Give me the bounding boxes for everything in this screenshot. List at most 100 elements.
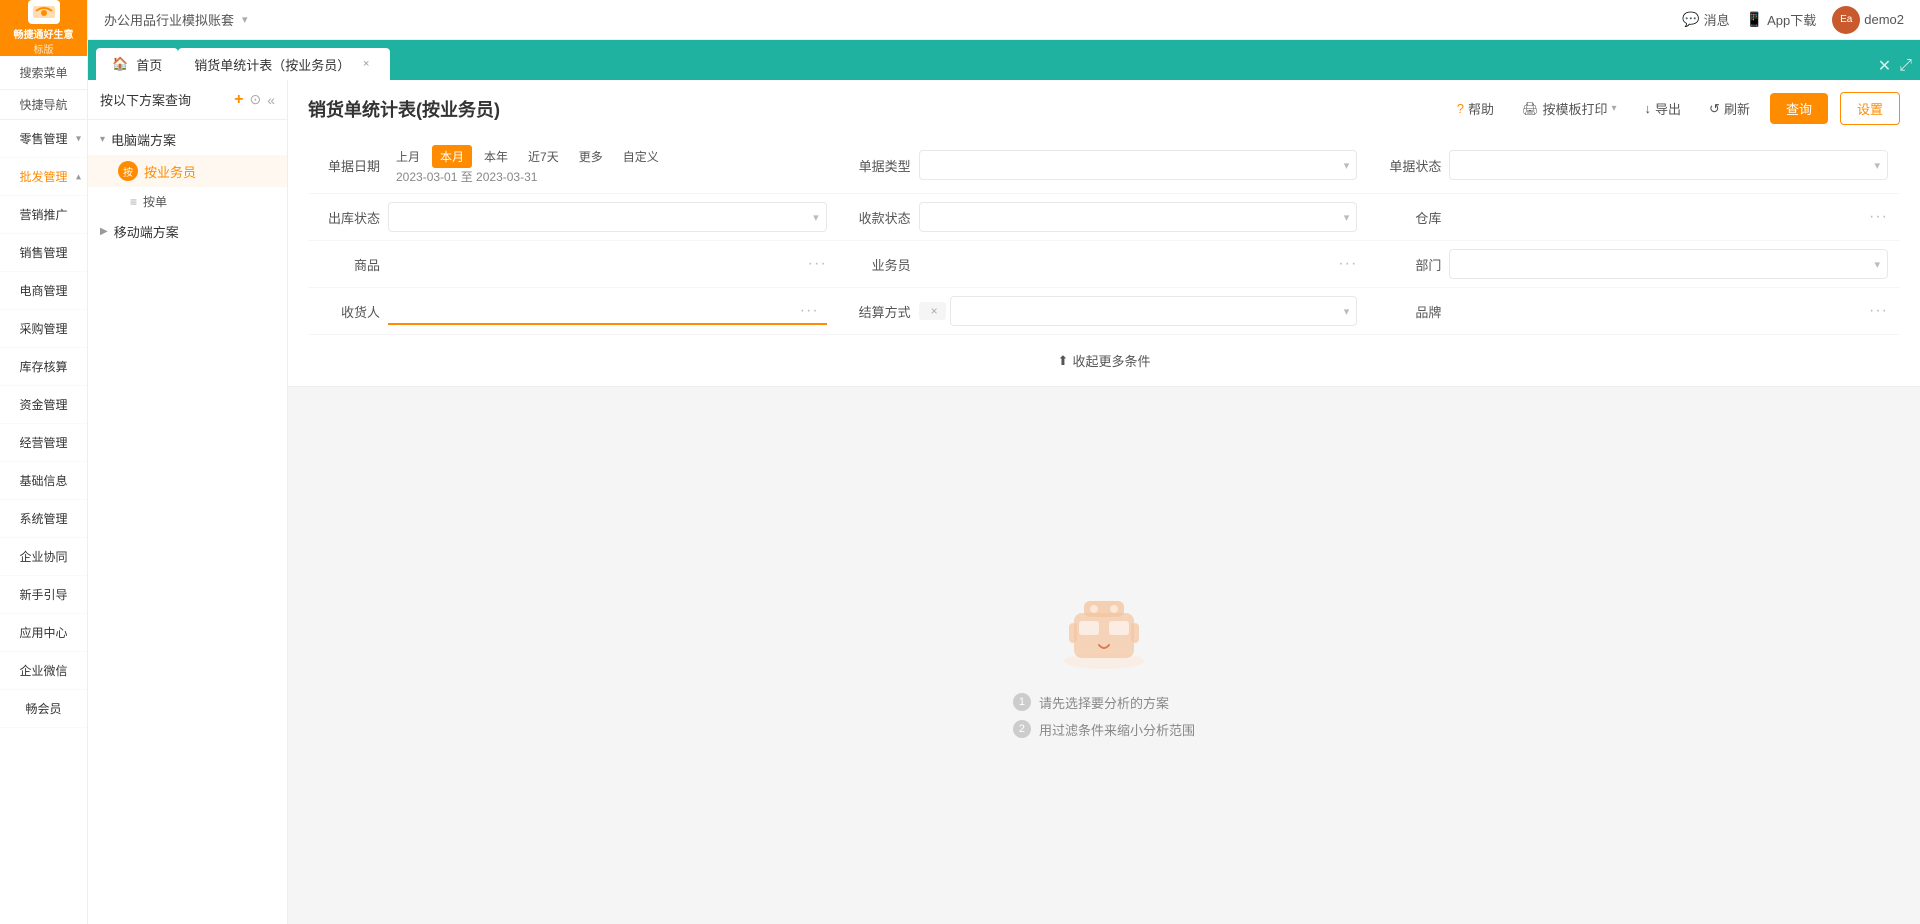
message-icon: 💬: [1682, 11, 1699, 28]
sidebar-item-wholesale[interactable]: 批发管理 ▴: [0, 158, 87, 196]
out-status-label: 出库状态: [320, 208, 380, 227]
message-btn[interactable]: 💬 消息: [1682, 10, 1729, 29]
receipt-status-select[interactable]: [919, 202, 1358, 232]
app-download-btn[interactable]: 📱 App下载: [1746, 10, 1817, 29]
brand-control[interactable]: ···: [1449, 302, 1888, 320]
empty-state: 1 请先选择要分析的方案 2 用过滤条件来缩小分析范围: [288, 387, 1920, 924]
print-dropdown-icon: ▾: [1612, 103, 1617, 114]
doc-type-select[interactable]: [919, 150, 1358, 180]
by-salesperson-label: 按业务员: [144, 162, 196, 181]
tab-close-btn[interactable]: ×: [358, 56, 374, 72]
goods-control[interactable]: ···: [388, 255, 827, 273]
doc-status-control[interactable]: ▾: [1449, 150, 1888, 180]
warehouse-dots-icon[interactable]: ···: [1869, 208, 1888, 226]
out-status-control[interactable]: ▾: [388, 202, 827, 232]
template-print-btn[interactable]: 🖨 按模板打印 ▾: [1514, 95, 1625, 122]
sidebar-item-appstore[interactable]: 应用中心: [0, 614, 87, 652]
tabbar-actions: ✕ ⤢: [1878, 56, 1920, 80]
refresh-icon: ↺: [1709, 101, 1720, 117]
mobile-group-item[interactable]: ▶ 移动端方案: [88, 216, 287, 247]
chevron-right-icon: ▾: [76, 133, 81, 144]
user-menu[interactable]: Ea demo2: [1832, 6, 1904, 34]
doc-status-select[interactable]: [1449, 150, 1888, 180]
query-btn[interactable]: 查询: [1770, 93, 1828, 124]
tip-text-2: 用过滤条件来缩小分析范围: [1039, 720, 1195, 739]
tab-home[interactable]: 🏠 首页: [96, 48, 178, 80]
tab-sales-stat[interactable]: 销货单统计表（按业务员） ×: [178, 48, 390, 80]
doc-status-label: 单据状态: [1381, 156, 1441, 175]
receipt-status-control[interactable]: ▾: [919, 202, 1358, 232]
pc-group-item[interactable]: ▾ 电脑端方案: [88, 124, 287, 155]
filter-cell-receipt-status: 收款状态 ▾: [839, 194, 1370, 241]
tip-num-2: 2: [1013, 720, 1031, 738]
date-tab-last-month[interactable]: 上月: [388, 145, 428, 168]
date-tab-custom[interactable]: 自定义: [615, 145, 667, 168]
by-salesperson-item[interactable]: 按 按业务员: [88, 155, 287, 187]
filter-row-2: 出库状态 ▾ 收款状态 ▾: [308, 194, 1900, 241]
export-icon: ↓: [1645, 101, 1652, 116]
sidebar-item-newbie[interactable]: 新手引导: [0, 576, 87, 614]
sidebar-item-retail[interactable]: 零售管理 ▾: [0, 120, 87, 158]
sidebar-item-purchase[interactable]: 采购管理: [0, 310, 87, 348]
payment-select[interactable]: [950, 296, 1358, 326]
main-area: 办公用品行业模拟账套 ▾ 💬 消息 📱 App下载 Ea demo2 🏠 首页: [88, 0, 1920, 924]
salesperson-dots-icon[interactable]: ···: [1338, 255, 1357, 273]
filter-cell-doc-type: 单据类型 ▾: [839, 137, 1370, 194]
sidebar-item-basic[interactable]: 基础信息: [0, 462, 87, 500]
filter-cell-out-status: 出库状态 ▾: [308, 194, 839, 241]
dept-select[interactable]: [1449, 249, 1888, 279]
salesperson-control[interactable]: ···: [919, 255, 1358, 273]
filter-row-3: 商品 ··· 业务员 ··· 部门: [308, 241, 1900, 288]
company-dropdown-icon[interactable]: ▾: [242, 13, 248, 26]
sidebar-item-marketing[interactable]: 营销推广: [0, 196, 87, 234]
company-name: 办公用品行业模拟账套: [104, 10, 234, 29]
help-btn[interactable]: ? 帮助: [1449, 95, 1502, 122]
sidebar-item-coop[interactable]: 企业协同: [0, 538, 87, 576]
consignee-control[interactable]: ···: [388, 297, 827, 325]
dept-control[interactable]: ▾: [1449, 249, 1888, 279]
tip-item-2: 2 用过滤条件来缩小分析范围: [1013, 720, 1195, 739]
by-order-item[interactable]: ≡ 按单: [88, 187, 287, 216]
right-panel: 销货单统计表(按业务员) ? 帮助 🖨 按模板打印 ▾ ↓: [288, 80, 1920, 924]
collapse-panel-btn[interactable]: «: [267, 92, 275, 108]
sidebar-item-inventory[interactable]: 库存核算: [0, 348, 87, 386]
export-btn[interactable]: ↓ 导出: [1637, 95, 1690, 122]
add-scheme-btn[interactable]: +: [234, 91, 243, 109]
filter-wrapper: 单据日期 上月 本月 本年 近7天 更多 自定义 20: [308, 137, 1900, 386]
content-area: 按以下方案查询 + ⊙ « ▾ 电脑端方案 按 按业务员: [88, 80, 1920, 924]
sidebar-item-system[interactable]: 系统管理: [0, 500, 87, 538]
payment-tag-close-btn[interactable]: ×: [931, 304, 938, 318]
filter-cell-date: 单据日期 上月 本月 本年 近7天 更多 自定义 20: [308, 137, 839, 194]
tab-expand-icon[interactable]: ⤢: [1899, 57, 1912, 75]
help-icon: ?: [1457, 101, 1464, 116]
left-panel: 按以下方案查询 + ⊙ « ▾ 电脑端方案 按 按业务员: [88, 80, 288, 924]
sidebar-item-member[interactable]: 畅会员: [0, 690, 87, 728]
filter-cell-brand: 品牌 ···: [1369, 288, 1900, 335]
collapse-more-btn[interactable]: ⬆ 收起更多条件: [1042, 345, 1167, 376]
sidebar-item-operation[interactable]: 经营管理: [0, 424, 87, 462]
date-tab-more[interactable]: 更多: [571, 145, 611, 168]
mobile-group-label: 移动端方案: [114, 222, 179, 241]
tree-expand-icon: ▾: [100, 134, 105, 145]
warehouse-control[interactable]: ···: [1449, 208, 1888, 226]
sidebar-item-finance[interactable]: 资金管理: [0, 386, 87, 424]
consignee-input[interactable]: [388, 297, 827, 325]
filter-cell-goods: 商品 ···: [308, 241, 839, 288]
date-tab-last-7days[interactable]: 近7天: [520, 145, 567, 168]
refresh-btn[interactable]: ↺ 刷新: [1701, 95, 1758, 122]
settings-btn[interactable]: 设置: [1840, 92, 1900, 125]
doc-type-control[interactable]: ▾: [919, 150, 1358, 180]
out-status-select[interactable]: [388, 202, 827, 232]
goods-dots-icon[interactable]: ···: [808, 255, 827, 273]
topbar-left: 办公用品行业模拟账套 ▾: [104, 10, 248, 29]
brand-dots-icon[interactable]: ···: [1869, 302, 1888, 320]
date-tab-this-month[interactable]: 本月: [432, 145, 472, 168]
sidebar-item-wechat[interactable]: 企业微信: [0, 652, 87, 690]
search-menu[interactable]: 搜索菜单: [0, 56, 87, 90]
sidebar-item-sales[interactable]: 销售管理: [0, 234, 87, 272]
edit-scheme-btn[interactable]: ⊙: [249, 91, 261, 108]
sidebar-item-ecommerce[interactable]: 电商管理: [0, 272, 87, 310]
quick-nav[interactable]: 快捷导航: [0, 90, 87, 120]
date-tab-this-year[interactable]: 本年: [476, 145, 516, 168]
tab-close-all-icon[interactable]: ✕: [1878, 56, 1891, 76]
